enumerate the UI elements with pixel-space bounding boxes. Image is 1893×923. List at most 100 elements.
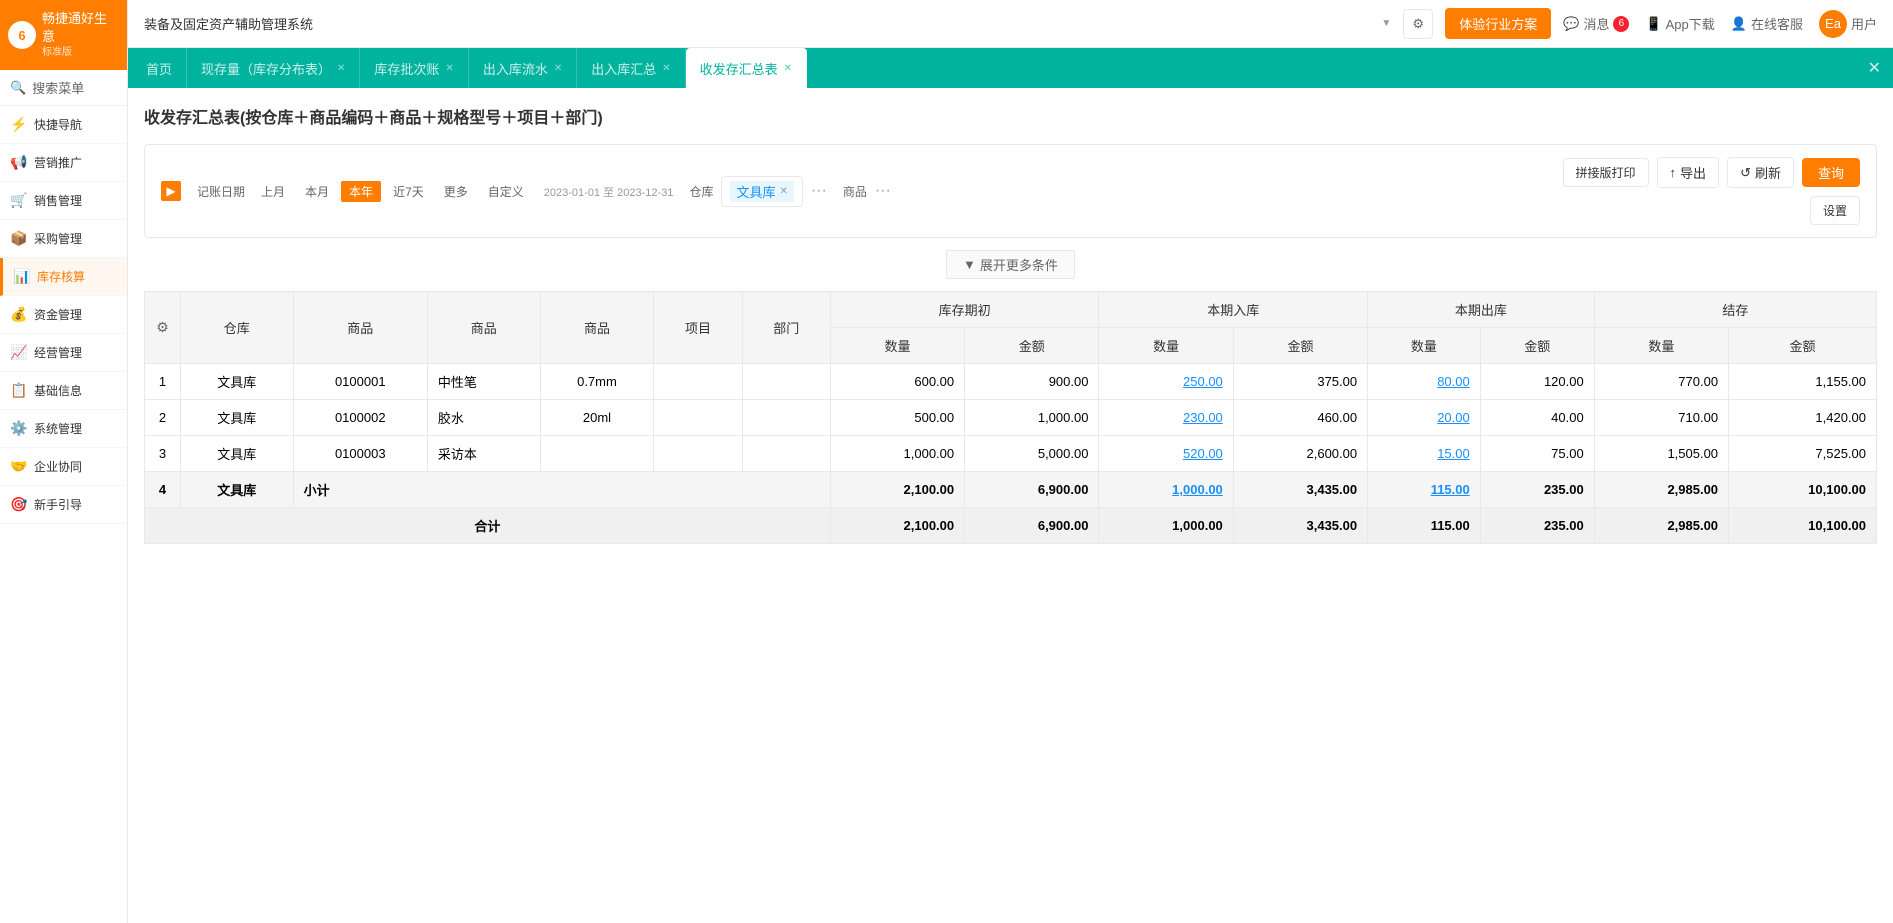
sidebar-item-purchase[interactable]: 📦 采购管理 — [0, 220, 127, 258]
row1-in-qty[interactable]: 250.00 — [1099, 364, 1233, 400]
sidebar-item-inventory[interactable]: 📊 库存核算 — [0, 258, 127, 296]
date-range-display: 2023-01-01 至 2023-12-31 — [544, 184, 674, 200]
row2-in-qty[interactable]: 230.00 — [1099, 400, 1233, 436]
enterprise-icon: 🤝 — [10, 458, 26, 475]
row1-in-amt: 375.00 — [1233, 364, 1367, 400]
sidebar-item-sales[interactable]: 🛒 销售管理 — [0, 182, 127, 220]
total-label: 合计 — [145, 508, 831, 544]
row1-index: 1 — [145, 364, 181, 400]
sidebar-item-marketing[interactable]: 📢 营销推广 — [0, 144, 127, 182]
sidebar-item-enterprise[interactable]: 🤝 企业协同 — [0, 448, 127, 486]
table-settings-icon[interactable]: ⚙ — [156, 319, 169, 335]
tab-close-inventory-dist[interactable]: ✕ — [337, 63, 345, 74]
sidebar-item-finance[interactable]: 💰 资金管理 — [0, 296, 127, 334]
date-option-last-7days[interactable]: 近7天 — [385, 181, 432, 202]
tab-close-in-out-summary[interactable]: ✕ — [662, 63, 670, 74]
row2-goods-spec: 20ml — [540, 400, 654, 436]
date-option-custom[interactable]: 自定义 — [480, 181, 532, 202]
app-logo: 6 — [8, 21, 36, 49]
date-option-this-month[interactable]: 本月 — [297, 181, 337, 202]
tab-in-out-summary[interactable]: 出入库汇总 ✕ — [577, 48, 685, 88]
table-col-opening-qty-header: 数量 — [830, 328, 964, 364]
sidebar-search[interactable]: 🔍 搜索菜单 — [0, 70, 127, 106]
tab-close-in-out-flow[interactable]: ✕ — [554, 63, 562, 74]
tab-close-recv-send-summary[interactable]: ✕ — [784, 63, 792, 74]
row1-goods-spec: 0.7mm — [540, 364, 654, 400]
chevron-down-icon: ▼ — [963, 257, 976, 272]
sidebar-item-basic-info[interactable]: 📋 基础信息 — [0, 372, 127, 410]
subtotal-closing-qty: 2,985.00 — [1594, 472, 1728, 508]
print-button[interactable]: 拼接版打印 — [1563, 158, 1649, 187]
tab-home[interactable]: 首页 — [132, 48, 187, 88]
message-button[interactable]: 💬 消息 6 — [1563, 14, 1629, 33]
row2-warehouse: 文具库 — [181, 400, 294, 436]
system-name: 装备及固定资产辅助管理系统 — [144, 14, 1369, 33]
sales-icon: 🛒 — [10, 192, 26, 209]
online-service-button[interactable]: 👤 在线客服 — [1731, 14, 1803, 33]
row3-out-qty[interactable]: 15.00 — [1368, 436, 1481, 472]
app-download-button[interactable]: 📱 App下载 — [1645, 14, 1714, 33]
table-row: 1 文具库 0100001 中性笔 0.7mm 600.00 900.00 25… — [145, 364, 1877, 400]
total-in-qty: 1,000.00 — [1099, 508, 1233, 544]
system-dropdown-icon[interactable]: ▼ — [1381, 18, 1391, 29]
sidebar-item-quick-nav[interactable]: ⚡ 快捷导航 — [0, 106, 127, 144]
search-icon: 🔍 — [10, 80, 26, 96]
date-option-more[interactable]: 更多 — [436, 181, 476, 202]
tab-in-out-flow[interactable]: 出入库流水 ✕ — [469, 48, 577, 88]
operations-icon: 📈 — [10, 344, 26, 361]
table-col-out-amt-header: 金额 — [1480, 328, 1594, 364]
warehouse-input[interactable]: 文具库 ✕ — [721, 176, 802, 207]
tabbar: 首页 现存量（库存分布表） ✕ 库存批次账 ✕ 出入库流水 ✕ 出入库汇总 ✕ … — [128, 48, 1893, 88]
row2-opening-amt: 1,000.00 — [965, 400, 1099, 436]
row1-out-qty[interactable]: 80.00 — [1368, 364, 1481, 400]
date-option-prev-month[interactable]: 上月 — [253, 181, 293, 202]
warehouse-tag-close[interactable]: ✕ — [779, 186, 787, 197]
tab-close-batch-account[interactable]: ✕ — [445, 63, 453, 74]
settings-button[interactable]: 设置 — [1810, 196, 1860, 225]
total-opening-amt: 6,900.00 — [965, 508, 1099, 544]
row3-in-qty[interactable]: 520.00 — [1099, 436, 1233, 472]
date-options: 上月 本月 本年 近7天 更多 自定义 — [253, 181, 532, 202]
user-menu[interactable]: Ea 用户 — [1819, 10, 1877, 38]
date-option-this-year[interactable]: 本年 — [341, 181, 381, 202]
topbar-settings-button[interactable]: ⚙ — [1403, 9, 1433, 39]
filter-collapse-button[interactable]: ▶ — [161, 181, 181, 201]
goods-more-button[interactable]: ··· — [875, 182, 891, 200]
sidebar: 6 畅捷通好生意 标准版 🔍 搜索菜单 ⚡ 快捷导航 📢 营销推广 🛒 销售管理… — [0, 0, 128, 923]
finance-icon: 💰 — [10, 306, 26, 323]
warehouse-tag: 文具库 ✕ — [730, 181, 793, 202]
subtotal-out-amt: 235.00 — [1480, 472, 1594, 508]
subtotal-label: 小计 — [293, 472, 830, 508]
table-row: 2 文具库 0100002 胶水 20ml 500.00 1,000.00 23… — [145, 400, 1877, 436]
tab-inventory-dist[interactable]: 现存量（库存分布表） ✕ — [187, 48, 360, 88]
topbar-right: 💬 消息 6 📱 App下载 👤 在线客服 Ea 用户 — [1563, 10, 1877, 38]
refresh-button[interactable]: ↺ 刷新 — [1727, 157, 1794, 188]
sidebar-item-system[interactable]: ⚙️ 系统管理 — [0, 410, 127, 448]
query-button[interactable]: 查询 — [1802, 158, 1860, 187]
basic-info-icon: 📋 — [10, 382, 26, 399]
row3-warehouse: 文具库 — [181, 436, 294, 472]
row3-goods-code: 0100003 — [293, 436, 427, 472]
table-col-in-qty-header: 数量 — [1099, 328, 1233, 364]
subtotal-in-qty[interactable]: 1,000.00 — [1099, 472, 1233, 508]
subtotal-opening-amt: 6,900.00 — [965, 472, 1099, 508]
row2-project — [654, 400, 742, 436]
sidebar-item-operations[interactable]: 📈 经营管理 — [0, 334, 127, 372]
row2-goods-name: 胶水 — [427, 400, 540, 436]
experience-button[interactable]: 体验行业方案 — [1445, 8, 1551, 39]
table-col-closing-amt-header: 金额 — [1729, 328, 1877, 364]
row2-out-amt: 40.00 — [1480, 400, 1594, 436]
purchase-icon: 📦 — [10, 230, 26, 247]
expand-more-button[interactable]: ▼ 展开更多条件 — [946, 250, 1075, 279]
system-icon: ⚙️ — [10, 420, 26, 437]
row1-out-amt: 120.00 — [1480, 364, 1594, 400]
sidebar-item-guide[interactable]: 🎯 新手引导 — [0, 486, 127, 524]
tab-close-all-button[interactable]: ✕ — [1860, 58, 1889, 78]
table-col-in-amt-header: 金额 — [1233, 328, 1367, 364]
tab-batch-account[interactable]: 库存批次账 ✕ — [360, 48, 468, 88]
tab-recv-send-summary[interactable]: 收发存汇总表 ✕ — [686, 48, 807, 88]
warehouse-more-button[interactable]: ··· — [811, 182, 827, 200]
export-button[interactable]: ↑ 导出 — [1657, 157, 1720, 188]
subtotal-out-qty[interactable]: 115.00 — [1368, 472, 1481, 508]
row2-out-qty[interactable]: 20.00 — [1368, 400, 1481, 436]
